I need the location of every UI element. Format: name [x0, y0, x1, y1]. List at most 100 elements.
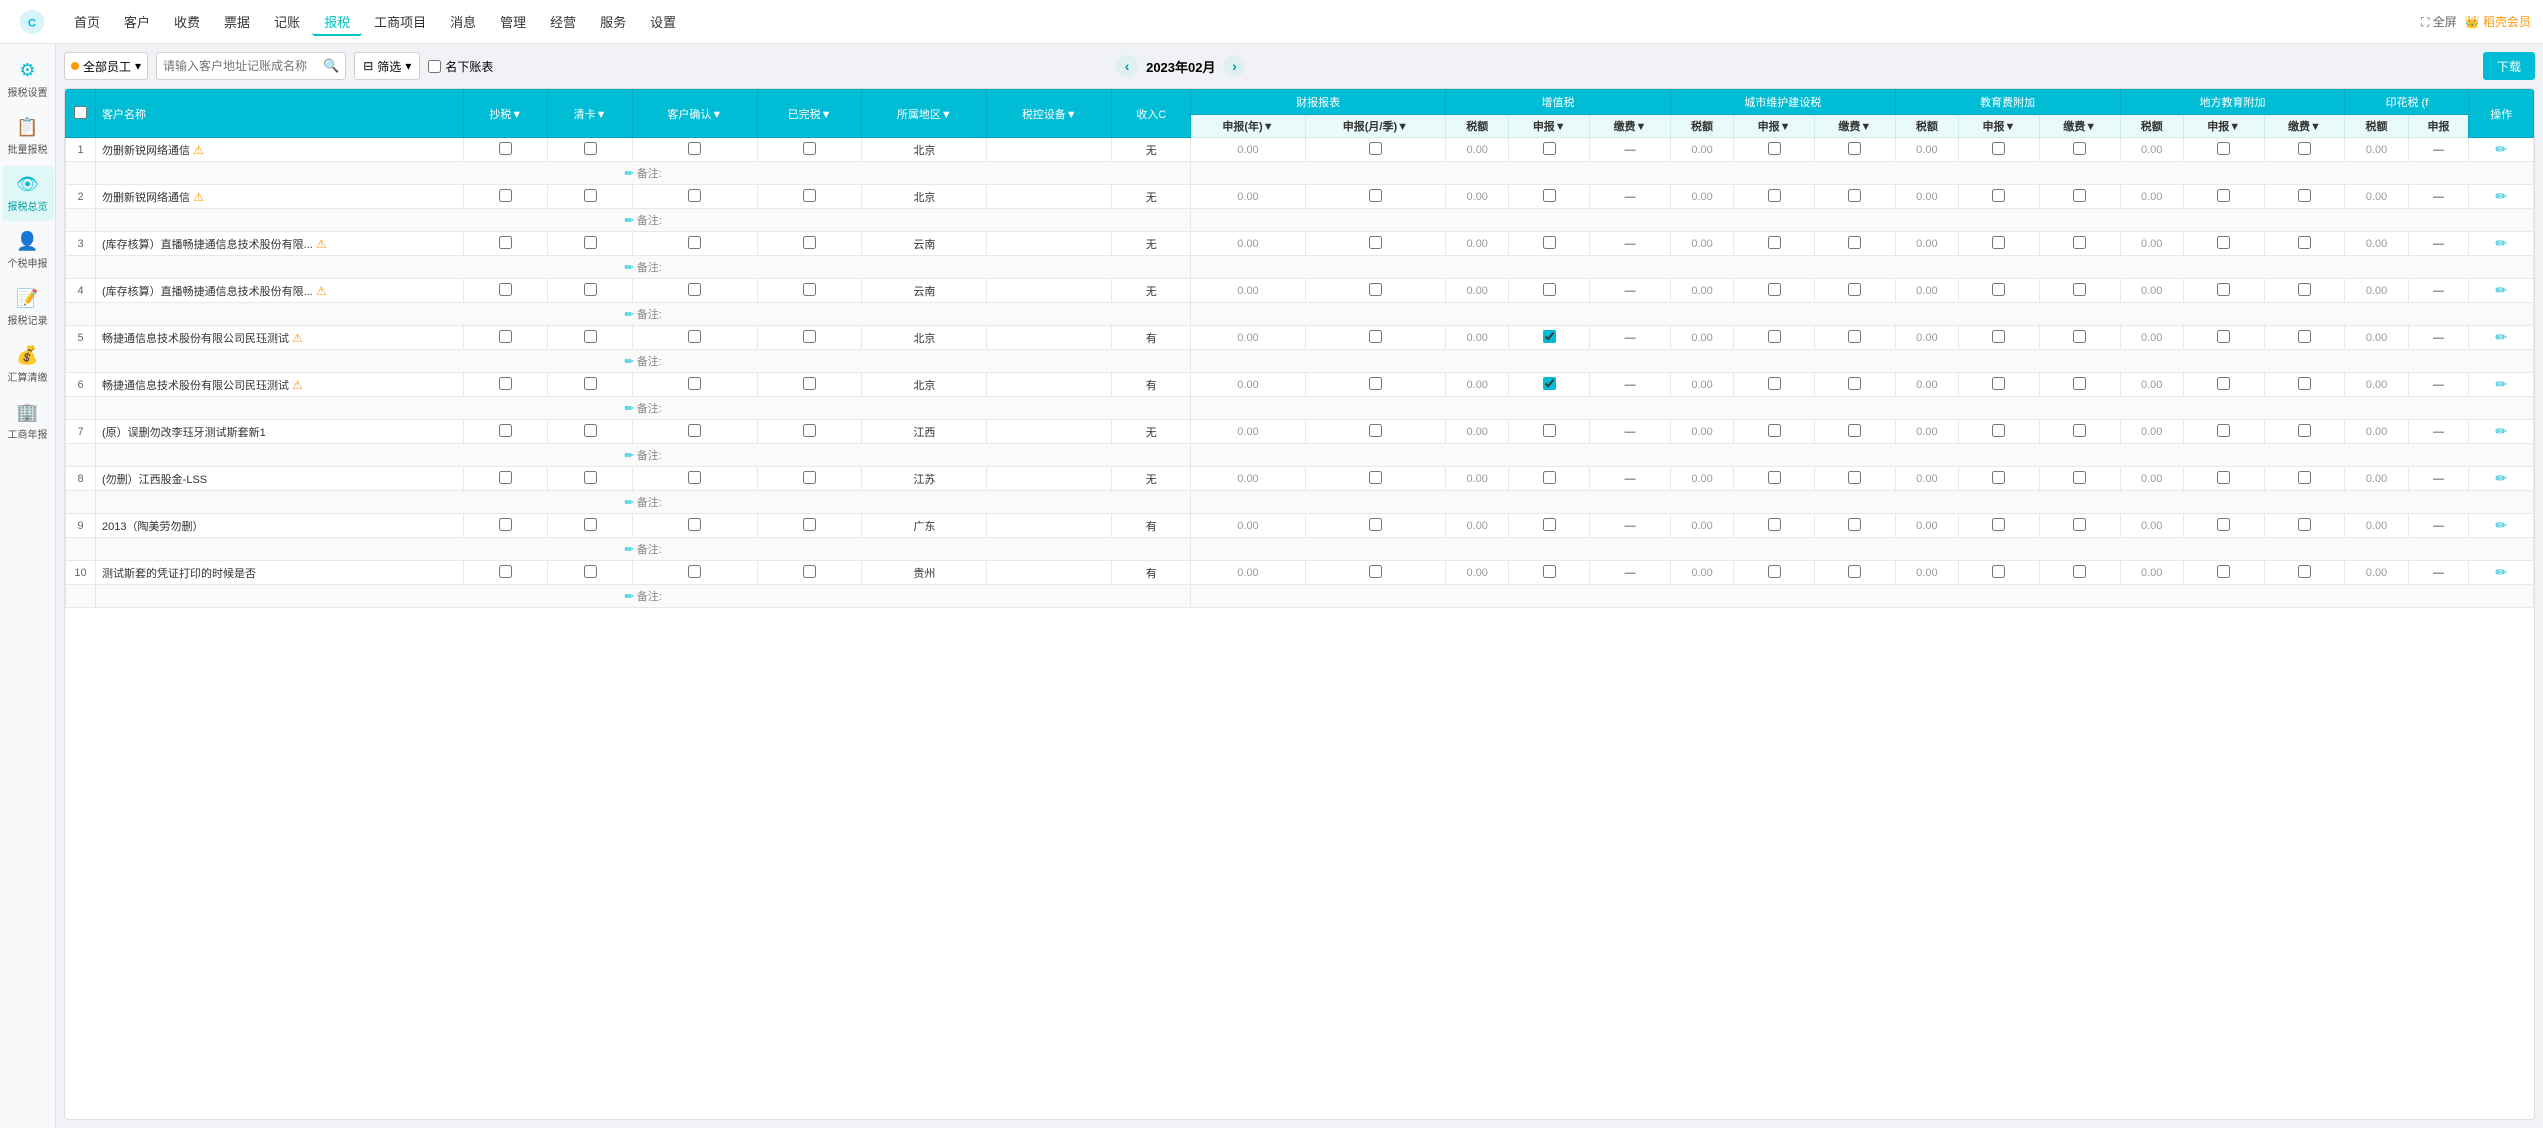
cs-shenbao-cb[interactable] [1768, 142, 1781, 155]
jy-shenbao-cb[interactable] [1992, 565, 2005, 578]
yiwanshui-cb[interactable] [803, 565, 816, 578]
cs-shenbao-cb[interactable] [1768, 189, 1781, 202]
fullscreen-btn[interactable]: ⛶ 全屏 [2421, 13, 2457, 30]
jy-shenbao-cb[interactable] [1992, 283, 2005, 296]
edit-icon[interactable]: ✏ [2495, 329, 2507, 345]
caibao-year-cb[interactable] [1369, 565, 1382, 578]
cs-jiaofei-cb[interactable] [1848, 283, 1861, 296]
sidebar-item-gongshang-nianbao[interactable]: 🏢 工商年报 [2, 394, 54, 449]
sidebar-item-baoshui-jilu[interactable]: 📝 报税记录 [2, 280, 54, 335]
df-shenbao-cb[interactable] [2217, 565, 2230, 578]
qingka-cb[interactable] [584, 565, 597, 578]
cs-jiaofei-cb[interactable] [1848, 518, 1861, 531]
topnav-item-工商项目[interactable]: 工商项目 [362, 11, 438, 34]
df-shenbao-cb[interactable] [2217, 471, 2230, 484]
yiwanshui-cb[interactable] [803, 518, 816, 531]
select-all-checkbox[interactable] [74, 106, 87, 119]
zzs-shenbao-cb[interactable] [1543, 565, 1556, 578]
next-month-button[interactable]: › [1223, 55, 1245, 77]
caibao-year-cb[interactable] [1369, 142, 1382, 155]
zzs-shenbao-cb[interactable] [1543, 189, 1556, 202]
sidebar-item-baoshui-shezhi[interactable]: ⚙ 报税设置 [2, 52, 54, 107]
sidebar-item-geshui-shenbao[interactable]: 👤 个税申报 [2, 223, 54, 278]
zzs-shenbao-cb[interactable] [1543, 142, 1556, 155]
topnav-item-经营[interactable]: 经营 [538, 11, 588, 34]
chaoshui-cb[interactable] [499, 471, 512, 484]
caibao-year-cb[interactable] [1369, 518, 1382, 531]
caibao-year-cb[interactable] [1369, 283, 1382, 296]
cs-shenbao-cb[interactable] [1768, 471, 1781, 484]
edit-icon[interactable]: ✏ [2495, 141, 2507, 157]
yiwanshui-cb[interactable] [803, 189, 816, 202]
topnav-item-管理[interactable]: 管理 [488, 11, 538, 34]
cs-jiaofei-cb[interactable] [1848, 377, 1861, 390]
caibao-year-cb[interactable] [1369, 471, 1382, 484]
zzs-shenbao-cb[interactable] [1543, 377, 1556, 390]
chaoshui-cb[interactable] [499, 518, 512, 531]
chaoshui-cb[interactable] [499, 565, 512, 578]
cs-shenbao-cb[interactable] [1768, 424, 1781, 437]
cs-shenbao-cb[interactable] [1768, 518, 1781, 531]
zzs-shenbao-cb[interactable] [1543, 471, 1556, 484]
qingka-cb[interactable] [584, 518, 597, 531]
df-jiaofei-cb[interactable] [2298, 565, 2311, 578]
yiwanshui-cb[interactable] [803, 471, 816, 484]
cs-jiaofei-cb[interactable] [1848, 565, 1861, 578]
zzs-shenbao-cb[interactable] [1543, 518, 1556, 531]
employee-filter[interactable]: 全部员工 ▾ [64, 52, 148, 80]
caibao-year-cb[interactable] [1369, 330, 1382, 343]
caibao-year-cb[interactable] [1369, 377, 1382, 390]
jy-shenbao-cb[interactable] [1992, 189, 2005, 202]
edit-icon[interactable]: ✏ [2495, 235, 2507, 251]
zzs-shenbao-cb[interactable] [1543, 236, 1556, 249]
qingka-cb[interactable] [584, 377, 597, 390]
chaoshui-cb[interactable] [499, 142, 512, 155]
chaoshui-cb[interactable] [499, 330, 512, 343]
qingka-cb[interactable] [584, 236, 597, 249]
queren-cb[interactable] [688, 189, 701, 202]
df-shenbao-cb[interactable] [2217, 189, 2230, 202]
jy-jiaofei-cb[interactable] [2073, 377, 2086, 390]
queren-cb[interactable] [688, 283, 701, 296]
yiwanshui-cb[interactable] [803, 424, 816, 437]
queren-cb[interactable] [688, 236, 701, 249]
download-button[interactable]: 下载 [2483, 52, 2535, 80]
topnav-item-记账[interactable]: 记账 [262, 11, 312, 34]
queren-cb[interactable] [688, 471, 701, 484]
jy-jiaofei-cb[interactable] [2073, 142, 2086, 155]
df-shenbao-cb[interactable] [2217, 518, 2230, 531]
topnav-item-客户[interactable]: 客户 [112, 11, 162, 34]
zzs-shenbao-cb[interactable] [1543, 330, 1556, 343]
df-jiaofei-cb[interactable] [2298, 377, 2311, 390]
cs-jiaofei-cb[interactable] [1848, 189, 1861, 202]
queren-cb[interactable] [688, 330, 701, 343]
topnav-item-消息[interactable]: 消息 [438, 11, 488, 34]
df-shenbao-cb[interactable] [2217, 283, 2230, 296]
jy-shenbao-cb[interactable] [1992, 471, 2005, 484]
df-jiaofei-cb[interactable] [2298, 424, 2311, 437]
qingka-cb[interactable] [584, 189, 597, 202]
mingxia-zhangbiao-checkbox[interactable]: 名下账表 [428, 58, 493, 75]
yiwanshui-cb[interactable] [803, 377, 816, 390]
cs-jiaofei-cb[interactable] [1848, 424, 1861, 437]
jy-jiaofei-cb[interactable] [2073, 236, 2086, 249]
qingka-cb[interactable] [584, 330, 597, 343]
mingxia-checkbox-input[interactable] [428, 60, 441, 73]
edit-icon[interactable]: ✏ [2495, 470, 2507, 486]
df-shenbao-cb[interactable] [2217, 377, 2230, 390]
df-jiaofei-cb[interactable] [2298, 518, 2311, 531]
topnav-item-票据[interactable]: 票据 [212, 11, 262, 34]
queren-cb[interactable] [688, 565, 701, 578]
jy-shenbao-cb[interactable] [1992, 377, 2005, 390]
df-shenbao-cb[interactable] [2217, 330, 2230, 343]
edit-icon[interactable]: ✏ [2495, 564, 2507, 580]
chaoshui-cb[interactable] [499, 377, 512, 390]
prev-month-button[interactable]: ‹ [1116, 55, 1138, 77]
topnav-item-收费[interactable]: 收费 [162, 11, 212, 34]
cs-jiaofei-cb[interactable] [1848, 236, 1861, 249]
sidebar-item-baoshui-zonglan[interactable]: 👁 报税总览 [2, 166, 54, 221]
queren-cb[interactable] [688, 142, 701, 155]
df-shenbao-cb[interactable] [2217, 142, 2230, 155]
cs-shenbao-cb[interactable] [1768, 330, 1781, 343]
chaoshui-cb[interactable] [499, 236, 512, 249]
